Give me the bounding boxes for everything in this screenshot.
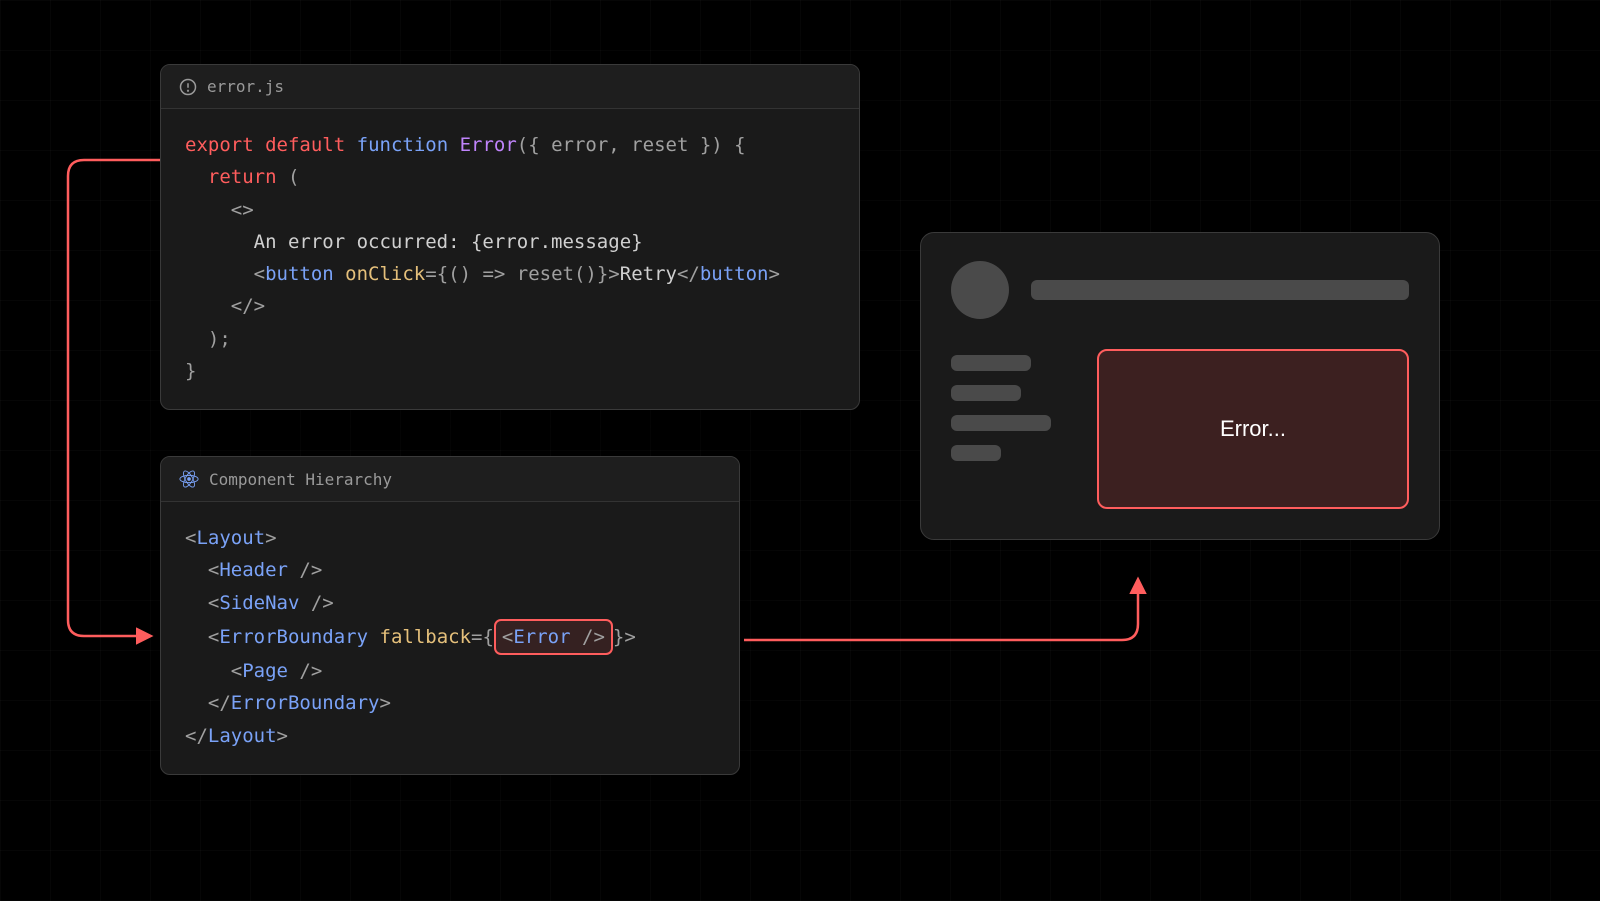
hierarchy-panel-body: <Layout> <Header /> <SideNav /> <ErrorBo… bbox=[161, 502, 739, 774]
gt: > bbox=[277, 725, 288, 747]
tag-eb: ErrorBoundary bbox=[219, 626, 368, 648]
btn-close-gt: > bbox=[768, 263, 779, 285]
title-bar-placeholder bbox=[1031, 280, 1409, 300]
eq-brace: ={ bbox=[471, 626, 494, 648]
code-panel-body: export default function Error({ error, r… bbox=[161, 109, 859, 409]
code-panel-header: error.js bbox=[161, 65, 859, 109]
code-panel-title: error.js bbox=[207, 77, 284, 96]
sc: /> bbox=[288, 559, 322, 581]
brace-close: } bbox=[185, 360, 196, 382]
kw-default: default bbox=[265, 134, 345, 156]
error-text-line: An error occurred: {error.message} bbox=[254, 231, 643, 253]
lt-close: </ bbox=[185, 725, 208, 747]
avatar-placeholder bbox=[951, 261, 1009, 319]
paren-open: ( bbox=[277, 166, 300, 188]
mockup-header bbox=[951, 261, 1409, 319]
tag-page: Page bbox=[242, 660, 288, 682]
gt: > bbox=[265, 527, 276, 549]
frag-open: <> bbox=[231, 199, 254, 221]
mockup-sidebar bbox=[951, 349, 1071, 509]
btn-label: Retry bbox=[620, 263, 677, 285]
alert-circle-icon bbox=[179, 78, 197, 96]
sc: /> bbox=[288, 660, 322, 682]
sidebar-item-placeholder bbox=[951, 445, 1001, 461]
tag-sidenav: SideNav bbox=[219, 592, 299, 614]
lt: < bbox=[208, 626, 219, 648]
sidebar-item-placeholder bbox=[951, 385, 1021, 401]
tag-layout-close: Layout bbox=[208, 725, 277, 747]
gt: > bbox=[624, 626, 635, 648]
error-boundary-render: Error... bbox=[1097, 349, 1409, 509]
btn-close-lt: </ bbox=[677, 263, 700, 285]
arrow-left bbox=[68, 160, 160, 636]
tag-eb-close: ErrorBoundary bbox=[231, 692, 380, 714]
btn-eq: = bbox=[425, 263, 436, 285]
gt: > bbox=[380, 692, 391, 714]
sc: /> bbox=[299, 592, 333, 614]
btn-close-tag: button bbox=[700, 263, 769, 285]
kw-export: export bbox=[185, 134, 254, 156]
code-panel: error.js export default function Error({… bbox=[160, 64, 860, 410]
lt: < bbox=[185, 527, 196, 549]
lt: < bbox=[231, 660, 242, 682]
app-mockup: Error... bbox=[920, 232, 1440, 540]
lt: < bbox=[208, 592, 219, 614]
paren-close: ); bbox=[208, 328, 231, 350]
tag-header: Header bbox=[219, 559, 288, 581]
hierarchy-panel: Component Hierarchy <Layout> <Header /> … bbox=[160, 456, 740, 775]
react-icon bbox=[179, 469, 199, 489]
lt: < bbox=[208, 559, 219, 581]
btn-open-lt: < bbox=[254, 263, 265, 285]
fn-name: Error bbox=[460, 134, 517, 156]
sc: /> bbox=[571, 626, 605, 648]
sidebar-item-placeholder bbox=[951, 355, 1031, 371]
kw-function: function bbox=[357, 134, 449, 156]
sidebar-item-placeholder bbox=[951, 415, 1051, 431]
kw-return: return bbox=[208, 166, 277, 188]
error-highlight: <Error /> bbox=[494, 619, 613, 655]
btn-fn: {() => reset()} bbox=[437, 263, 609, 285]
frag-close: </> bbox=[231, 295, 265, 317]
btn-gt: > bbox=[608, 263, 619, 285]
tag-layout: Layout bbox=[196, 527, 265, 549]
tag-error: Error bbox=[513, 626, 570, 648]
attr-fallback: fallback bbox=[368, 626, 471, 648]
lt-close: </ bbox=[208, 692, 231, 714]
btn-attr: onClick bbox=[334, 263, 426, 285]
btn-tag: button bbox=[265, 263, 334, 285]
brace-close: } bbox=[613, 626, 624, 648]
arrow-right bbox=[744, 580, 1138, 640]
hierarchy-panel-header: Component Hierarchy bbox=[161, 457, 739, 502]
fn-params: ({ error, reset }) { bbox=[517, 134, 746, 156]
lt: < bbox=[502, 626, 513, 648]
error-label: Error... bbox=[1220, 416, 1286, 442]
hierarchy-panel-title: Component Hierarchy bbox=[209, 470, 392, 489]
mockup-body: Error... bbox=[951, 349, 1409, 509]
